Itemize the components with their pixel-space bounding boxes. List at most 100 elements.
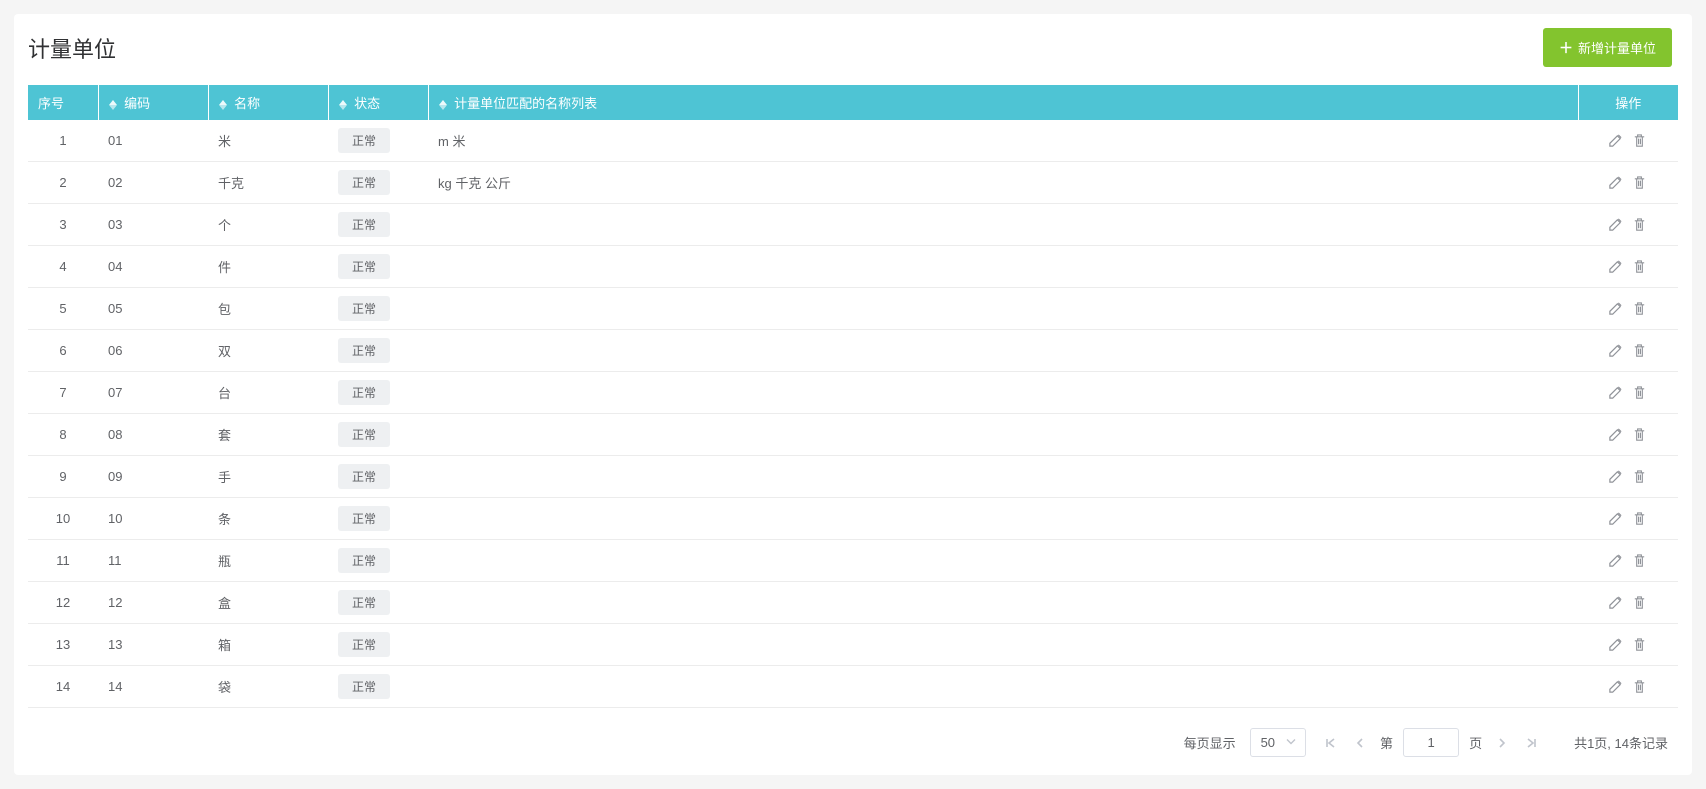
table-row: 1414袋正常 — [28, 666, 1678, 708]
edit-icon[interactable] — [1608, 133, 1624, 149]
table-row: 505包正常 — [28, 288, 1678, 330]
th-match[interactable]: 计量单位匹配的名称列表 — [428, 85, 1578, 120]
delete-icon[interactable] — [1632, 427, 1648, 443]
cell-match — [428, 288, 1578, 330]
cell-name: 米 — [208, 120, 328, 162]
prev-page-button[interactable] — [1350, 733, 1370, 753]
cell-index: 3 — [28, 204, 98, 246]
delete-icon[interactable] — [1632, 175, 1648, 191]
cell-status: 正常 — [328, 540, 428, 582]
delete-icon[interactable] — [1632, 343, 1648, 359]
th-status[interactable]: 状态 — [328, 85, 428, 120]
cell-match — [428, 246, 1578, 288]
cell-op — [1578, 162, 1678, 204]
cell-code: 03 — [98, 204, 208, 246]
cell-index: 2 — [28, 162, 98, 204]
cell-op — [1578, 120, 1678, 162]
per-page-select[interactable]: 50 — [1250, 728, 1306, 757]
edit-icon[interactable] — [1608, 595, 1624, 611]
delete-icon[interactable] — [1632, 637, 1648, 653]
cell-index: 10 — [28, 498, 98, 540]
plus-icon: ＋ — [1559, 41, 1573, 55]
cell-match — [428, 330, 1578, 372]
cell-op — [1578, 288, 1678, 330]
status-badge: 正常 — [338, 506, 390, 531]
edit-icon[interactable] — [1608, 427, 1624, 443]
cell-index: 14 — [28, 666, 98, 708]
status-badge: 正常 — [338, 380, 390, 405]
cell-op — [1578, 582, 1678, 624]
delete-icon[interactable] — [1632, 511, 1648, 527]
th-code[interactable]: 编码 — [98, 85, 208, 120]
th-code-label: 编码 — [124, 96, 150, 111]
page-number-input[interactable] — [1403, 728, 1459, 757]
page-title: 计量单位 — [28, 32, 116, 64]
cell-index: 1 — [28, 120, 98, 162]
cell-name: 个 — [208, 204, 328, 246]
edit-icon[interactable] — [1608, 469, 1624, 485]
status-badge: 正常 — [338, 296, 390, 321]
delete-icon[interactable] — [1632, 133, 1648, 149]
header-bar: 计量单位 ＋ 新增计量单位 — [14, 14, 1692, 85]
cell-op — [1578, 456, 1678, 498]
table-row: 404件正常 — [28, 246, 1678, 288]
cell-code: 12 — [98, 582, 208, 624]
delete-icon[interactable] — [1632, 469, 1648, 485]
edit-icon[interactable] — [1608, 637, 1624, 653]
next-page-button[interactable] — [1492, 733, 1512, 753]
cell-name: 千克 — [208, 162, 328, 204]
delete-icon[interactable] — [1632, 595, 1648, 611]
status-badge: 正常 — [338, 632, 390, 657]
delete-icon[interactable] — [1632, 259, 1648, 275]
units-table: 序号 编码 名称 — [28, 85, 1678, 708]
table-row: 1111瓶正常 — [28, 540, 1678, 582]
edit-icon[interactable] — [1608, 259, 1624, 275]
cell-code: 10 — [98, 498, 208, 540]
cell-op — [1578, 372, 1678, 414]
table-header-row: 序号 编码 名称 — [28, 85, 1678, 120]
cell-index: 7 — [28, 372, 98, 414]
cell-status: 正常 — [328, 498, 428, 540]
table-row: 101米正常m 米 — [28, 120, 1678, 162]
cell-op — [1578, 498, 1678, 540]
cell-status: 正常 — [328, 666, 428, 708]
cell-code: 14 — [98, 666, 208, 708]
cell-match — [428, 540, 1578, 582]
cell-match: kg 千克 公斤 — [428, 162, 1578, 204]
pagination-summary: 共1页, 14条记录 — [1574, 733, 1668, 752]
edit-icon[interactable] — [1608, 511, 1624, 527]
th-index[interactable]: 序号 — [28, 85, 98, 120]
cell-name: 条 — [208, 498, 328, 540]
cell-index: 4 — [28, 246, 98, 288]
edit-icon[interactable] — [1608, 553, 1624, 569]
th-name[interactable]: 名称 — [208, 85, 328, 120]
cell-match — [428, 372, 1578, 414]
delete-icon[interactable] — [1632, 553, 1648, 569]
th-status-label: 状态 — [354, 96, 380, 111]
cell-status: 正常 — [328, 372, 428, 414]
status-badge: 正常 — [338, 128, 390, 153]
edit-icon[interactable] — [1608, 217, 1624, 233]
first-page-button[interactable] — [1320, 733, 1340, 753]
last-page-button[interactable] — [1522, 733, 1542, 753]
delete-icon[interactable] — [1632, 217, 1648, 233]
sort-icon — [109, 100, 117, 110]
cell-op — [1578, 666, 1678, 708]
cell-name: 双 — [208, 330, 328, 372]
delete-icon[interactable] — [1632, 301, 1648, 317]
delete-icon[interactable] — [1632, 679, 1648, 695]
delete-icon[interactable] — [1632, 385, 1648, 401]
cell-name: 包 — [208, 288, 328, 330]
table-row: 707台正常 — [28, 372, 1678, 414]
edit-icon[interactable] — [1608, 679, 1624, 695]
edit-icon[interactable] — [1608, 175, 1624, 191]
edit-icon[interactable] — [1608, 343, 1624, 359]
edit-icon[interactable] — [1608, 385, 1624, 401]
sort-icon — [439, 100, 447, 110]
edit-icon[interactable] — [1608, 301, 1624, 317]
page-container: 计量单位 ＋ 新增计量单位 序号 编码 — [14, 14, 1692, 775]
cell-code: 06 — [98, 330, 208, 372]
cell-match: m 米 — [428, 120, 1578, 162]
status-badge: 正常 — [338, 254, 390, 279]
add-unit-button[interactable]: ＋ 新增计量单位 — [1543, 28, 1672, 67]
